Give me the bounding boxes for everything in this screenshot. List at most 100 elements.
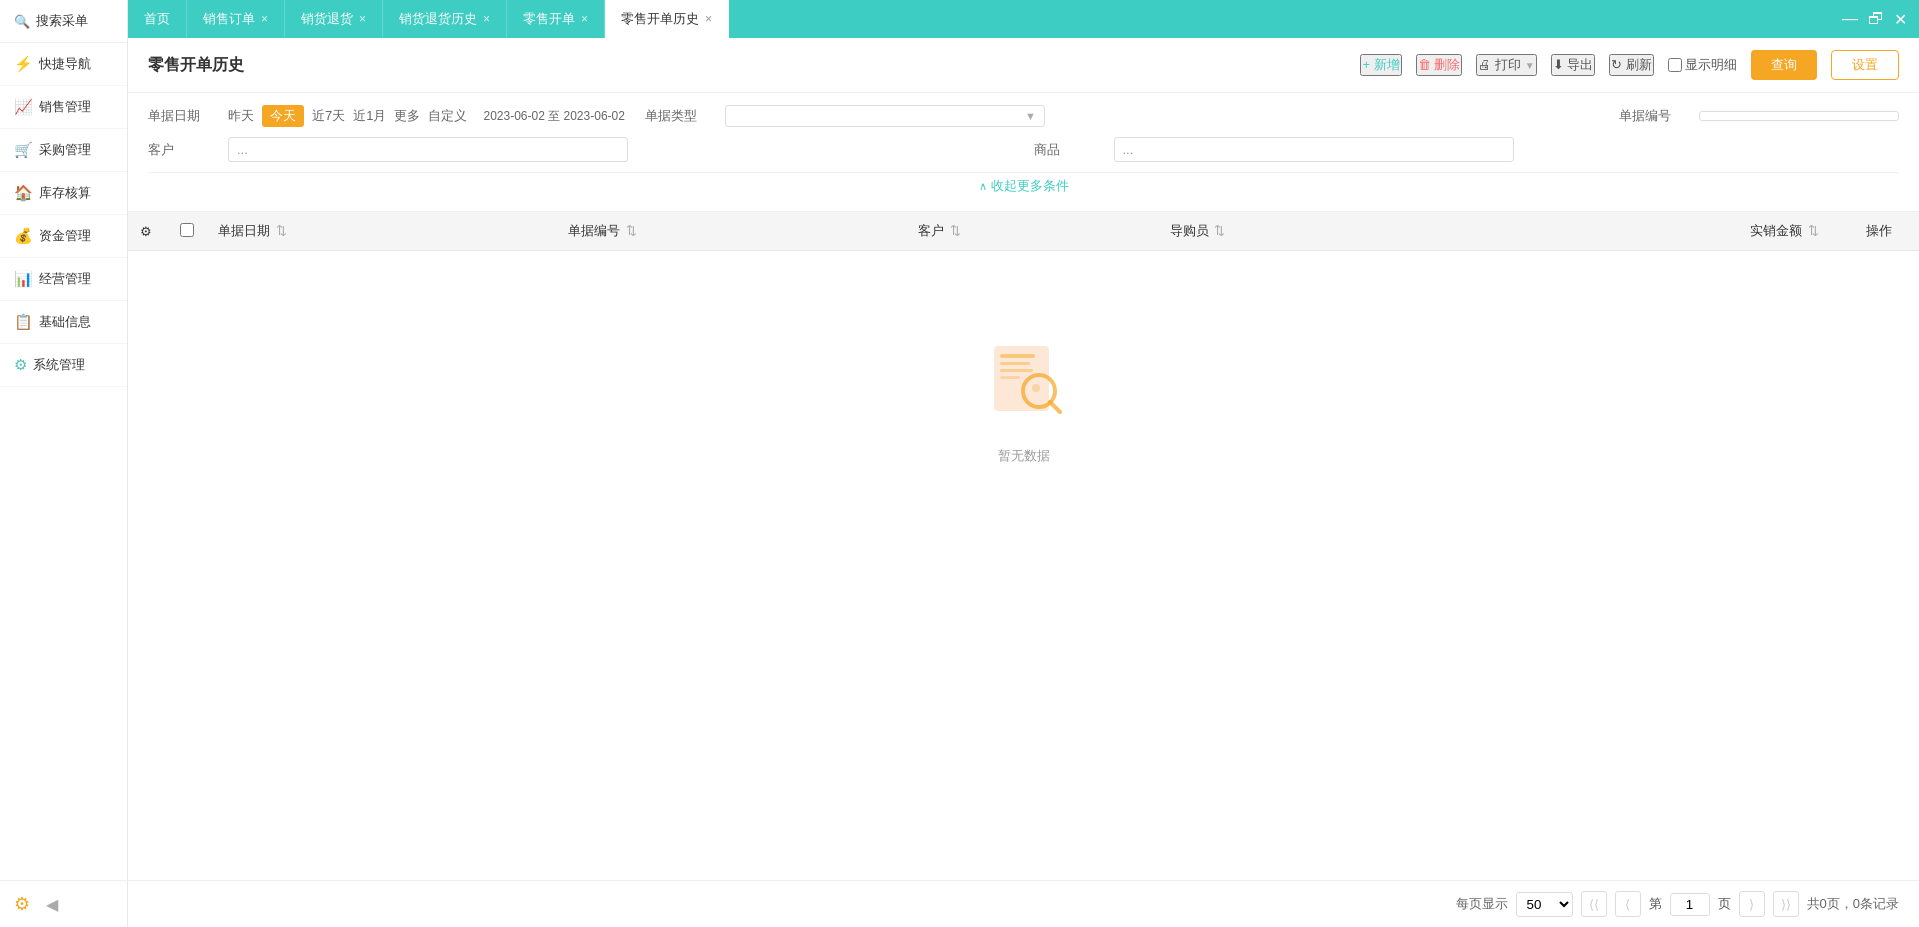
restore-btn[interactable]: 🗗 [1868, 10, 1884, 28]
customer-label: 客户 [148, 141, 220, 159]
tab-retail-open-label: 零售开单 [523, 10, 575, 28]
per-page-select[interactable]: 50 100 200 [1516, 892, 1573, 917]
query-button[interactable]: 查询 [1751, 50, 1817, 80]
sidebar-item-sales-mgmt[interactable]: 📈 销售管理 [0, 86, 127, 129]
th-settings[interactable]: ⚙ [128, 212, 168, 251]
th-bill-date[interactable]: 单据日期 ⇅ [206, 212, 556, 251]
new-button[interactable]: + 新增 [1360, 54, 1401, 76]
collapse-label: 收起更多条件 [991, 177, 1069, 195]
table-header: ⚙ 单据日期 ⇅ 单据编号 ⇅ [128, 212, 1919, 251]
th-customer-label: 客户 [918, 223, 944, 238]
print-dropdown-icon[interactable]: ▼ [1525, 60, 1535, 71]
page-header: 零售开单历史 + 新增 🗑 删除 🖨 打印 ▼ ⬇ 导出 ↻ 刷新 [128, 38, 1919, 93]
sidebar-item-label: 销售管理 [39, 98, 91, 116]
top-nav-right: — 🗗 ✕ [1842, 10, 1919, 29]
goods-input[interactable]: ... [1114, 137, 1514, 162]
tab-retail-history[interactable]: 零售开单历史 × [605, 0, 729, 38]
first-page-btn[interactable]: ⟨⟨ [1581, 891, 1607, 917]
date-more[interactable]: 更多 [394, 107, 420, 125]
top-nav: 首页 销售订单 × 销货退货 × 销货退货历史 × 零售开单 × 零售开单历史 … [128, 0, 1919, 38]
tab-retail-open-close[interactable]: × [581, 12, 588, 26]
print-button[interactable]: 🖨 打印 ▼ [1476, 54, 1537, 76]
tab-sales-order-close[interactable]: × [261, 12, 268, 26]
customer-input[interactable]: ... [228, 137, 628, 162]
delete-button[interactable]: 🗑 删除 [1416, 54, 1463, 76]
tab-sales-return-close[interactable]: × [359, 12, 366, 26]
data-table: ⚙ 单据日期 ⇅ 单据编号 ⇅ [128, 212, 1919, 251]
sidebar-item-label: 基础信息 [39, 313, 91, 331]
sidebar-item-label: 快捷导航 [39, 55, 91, 73]
tab-sales-return-history-close[interactable]: × [483, 12, 490, 26]
tab-sales-order-label: 销售订单 [203, 10, 255, 28]
pagination-bar: 每页显示 50 100 200 ⟨⟨ ⟨ 第 1 页 ⟩ ⟩⟩ 共0页，0条记录 [128, 880, 1919, 927]
bill-type-dropdown-icon: ▼ [1025, 110, 1036, 122]
sidebar-search-label: 搜索采单 [36, 12, 88, 30]
goods-group: 商品 ... [1034, 137, 1900, 162]
bill-no-input[interactable] [1699, 111, 1899, 121]
setting-button[interactable]: 设置 [1831, 50, 1899, 80]
base-info-icon: 📋 [14, 313, 33, 331]
collapse-sidebar-icon[interactable]: ◀ [46, 895, 58, 914]
svg-rect-1 [1000, 354, 1035, 358]
page-input[interactable]: 1 [1670, 893, 1710, 916]
sidebar-item-sys-mgmt[interactable]: ⚙ 系统管理 [0, 344, 127, 387]
settings-bottom-icon[interactable]: ⚙ [14, 893, 30, 915]
tab-sales-return-history[interactable]: 销货退货历史 × [383, 0, 507, 38]
export-button[interactable]: ⬇ 导出 [1551, 54, 1596, 76]
tab-retail-open[interactable]: 零售开单 × [507, 0, 605, 38]
prev-page-btn[interactable]: ⟨ [1615, 891, 1641, 917]
sidebar-item-finance[interactable]: 💰 资金管理 [0, 215, 127, 258]
sidebar-item-base-info[interactable]: 📋 基础信息 [0, 301, 127, 344]
sidebar-item-quick-nav[interactable]: ⚡ 快捷导航 [0, 43, 127, 86]
date-filter-label: 单据日期 [148, 107, 220, 125]
date-yesterday[interactable]: 昨天 [228, 107, 254, 125]
sort-bill-no-icon: ⇅ [626, 223, 637, 238]
date-today[interactable]: 今天 [262, 105, 304, 127]
collapse-bar[interactable]: ∧ 收起更多条件 [148, 172, 1899, 199]
customer-dots: ... [237, 142, 248, 157]
display-cols-toggle[interactable]: 显示明细 [1668, 56, 1737, 74]
display-cols-label: 显示明细 [1685, 56, 1737, 74]
next-page-btn[interactable]: ⟩ [1739, 891, 1765, 917]
tab-sales-return-label: 销货退货 [301, 10, 353, 28]
minimize-btn[interactable]: — [1842, 10, 1858, 28]
th-bill-no[interactable]: 单据编号 ⇅ [556, 212, 906, 251]
sidebar-item-ops-mgmt[interactable]: 📊 经营管理 [0, 258, 127, 301]
tab-sales-return[interactable]: 销货退货 × [285, 0, 383, 38]
tab-sales-order[interactable]: 销售订单 × [187, 0, 285, 38]
sort-guide-icon: ⇅ [1214, 223, 1225, 238]
empty-icon [974, 331, 1074, 431]
svg-rect-4 [1000, 376, 1020, 379]
refresh-button[interactable]: ↻ 刷新 [1609, 54, 1654, 76]
sidebar-item-label: 系统管理 [33, 356, 85, 374]
setting-label: 设置 [1852, 57, 1878, 72]
th-actual-amount-label: 实销金额 [1750, 223, 1802, 238]
display-cols-checkbox[interactable] [1668, 58, 1682, 72]
th-actual-amount[interactable]: 实销金额 ⇅ [1459, 212, 1839, 251]
empty-text: 暂无数据 [998, 447, 1050, 465]
ops-mgmt-icon: 📊 [14, 270, 33, 288]
tab-home[interactable]: 首页 [128, 0, 187, 38]
th-guide[interactable]: 导购员 ⇅ [1158, 212, 1459, 251]
sidebar-item-purchase-mgmt[interactable]: 🛒 采购管理 [0, 129, 127, 172]
sidebar-bottom: ⚙ ◀ [0, 880, 127, 927]
customer-group: 客户 ... [148, 137, 1014, 162]
sidebar-search[interactable]: 🔍 搜索采单 [0, 0, 127, 43]
goods-label: 商品 [1034, 141, 1106, 159]
main-area: 首页 销售订单 × 销货退货 × 销货退货历史 × 零售开单 × 零售开单历史 … [128, 0, 1919, 927]
date-custom[interactable]: 自定义 [428, 107, 467, 125]
th-customer[interactable]: 客户 ⇅ [906, 212, 1158, 251]
select-all-checkbox[interactable] [180, 223, 194, 237]
export-label: ⬇ 导出 [1553, 56, 1594, 74]
sidebar-item-inventory[interactable]: 🏠 库存核算 [0, 172, 127, 215]
bill-type-select[interactable]: ▼ [725, 105, 1045, 127]
new-label: + 新增 [1362, 56, 1399, 74]
th-bill-date-label: 单据日期 [218, 223, 270, 238]
finance-icon: 💰 [14, 227, 33, 245]
date-last7[interactable]: 近7天 [312, 107, 345, 125]
last-page-btn[interactable]: ⟩⟩ [1773, 891, 1799, 917]
date-last-month[interactable]: 近1月 [353, 107, 386, 125]
tab-retail-history-close[interactable]: × [705, 12, 712, 26]
close-window-btn[interactable]: ✕ [1894, 10, 1907, 29]
filter-row-1: 单据日期 昨天 今天 近7天 近1月 更多 自定义 2023-06-02 至 2… [148, 105, 1899, 127]
